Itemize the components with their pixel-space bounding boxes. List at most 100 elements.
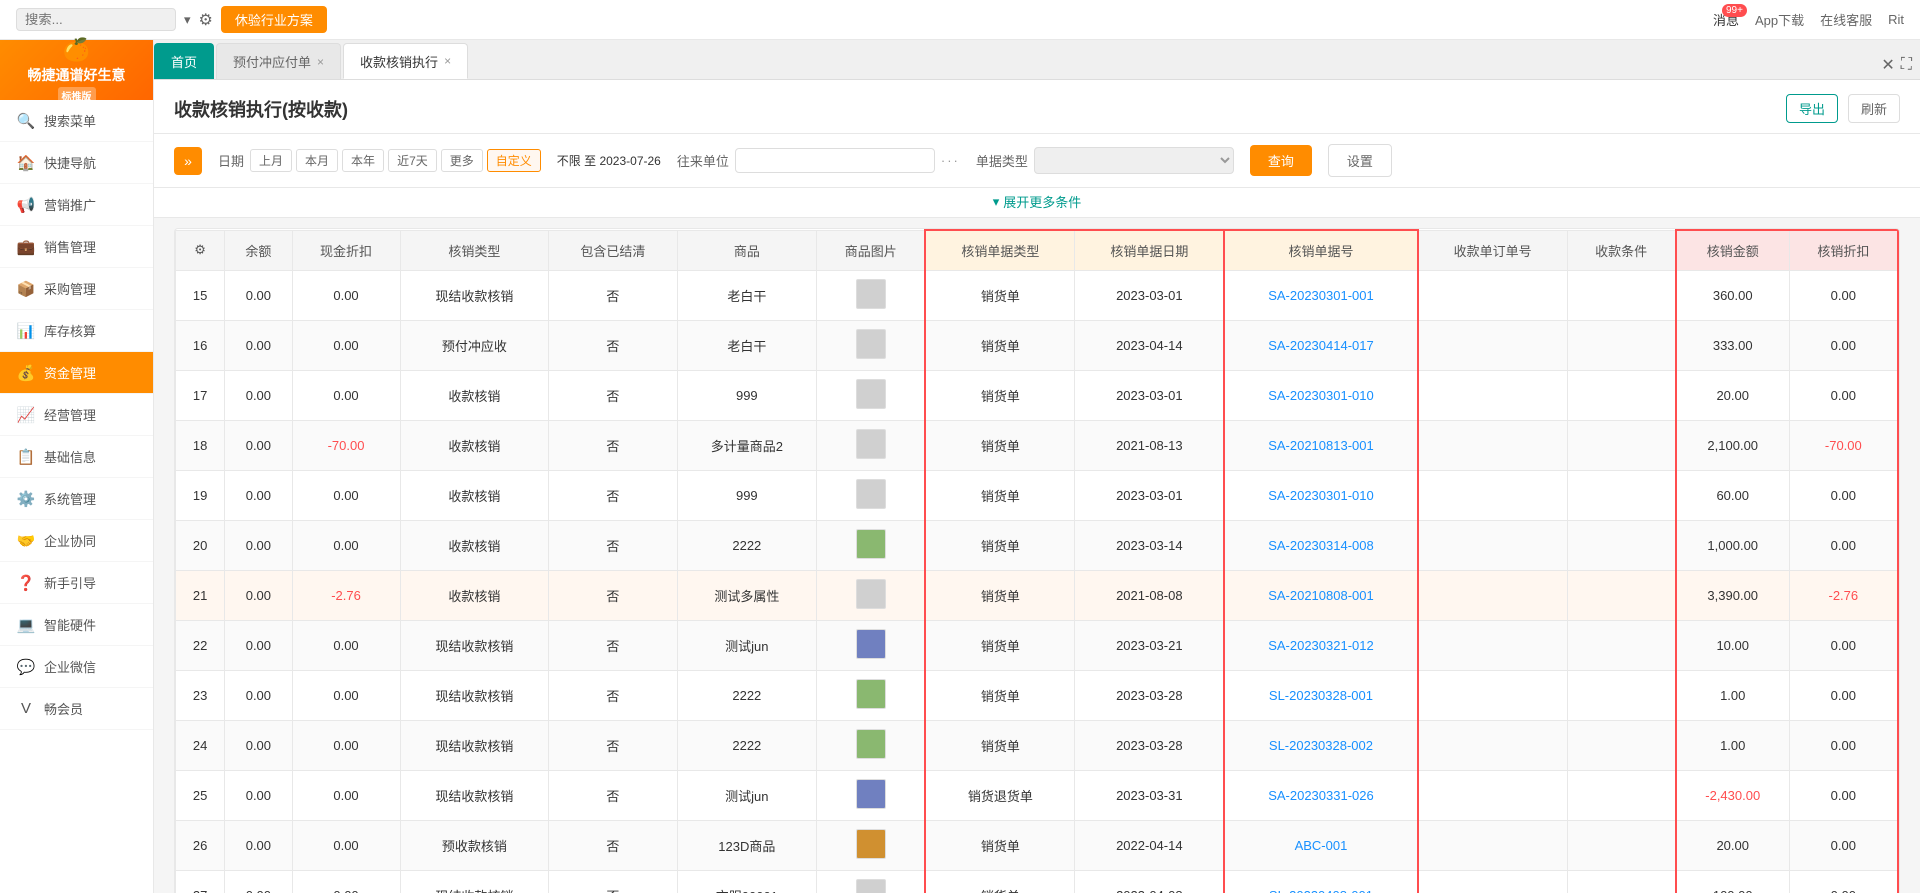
sidebar-item-system[interactable]: ⚙️ 系统管理 (0, 478, 153, 520)
row-bill-date: 2023-03-01 (1075, 371, 1224, 421)
row-bill-no[interactable]: SA-20230331-026 (1224, 771, 1417, 821)
filter-separator: ··· (941, 153, 960, 168)
sidebar-item-enterprise[interactable]: 🤝 企业协同 (0, 520, 153, 562)
tab-writeoff-close[interactable]: × (444, 54, 451, 68)
sidebar-item-quick[interactable]: 🏠 快捷导航 (0, 142, 153, 184)
filter-last-month-btn[interactable]: 上月 (250, 149, 292, 172)
query-button[interactable]: 查询 (1250, 145, 1312, 176)
row-writeoff-amount: 20.00 (1676, 821, 1789, 871)
tab-prepay-close[interactable]: × (317, 55, 324, 69)
tab-maximize-button[interactable]: ⛶ (1901, 56, 1912, 74)
tab-writeoff[interactable]: 收款核销执行 × (343, 43, 468, 79)
filter-this-month-btn[interactable]: 本月 (296, 149, 338, 172)
online-service-link[interactable]: 在线客服 (1820, 10, 1872, 29)
row-writeoff-amount: 3,390.00 (1676, 571, 1789, 621)
industry-button[interactable]: 休验行业方案 (221, 6, 327, 33)
row-product: 测试jun (677, 771, 817, 821)
row-bill-type: 销货单 (925, 521, 1074, 571)
tab-home[interactable]: 首页 (154, 43, 214, 79)
row-no: 25 (176, 771, 225, 821)
filter-7days-btn[interactable]: 近7天 (388, 149, 437, 172)
row-bill-no[interactable]: SA-20230301-001 (1224, 271, 1417, 321)
row-bill-no[interactable]: SA-20230414-017 (1224, 321, 1417, 371)
filter-bill-type-label: 单据类型 (976, 151, 1028, 170)
refresh-button[interactable]: 刷新 (1848, 94, 1900, 123)
notification-icon[interactable]: 消息 99+ (1713, 10, 1739, 29)
chevron-down-icon[interactable]: ▾ (184, 12, 191, 28)
filter-bill-type-select[interactable] (1034, 147, 1234, 174)
col-bill-no-header: 核销单据号 (1224, 230, 1417, 271)
sidebar-item-label: 采购管理 (44, 279, 96, 298)
expand-more-button[interactable]: ▾ 展开更多条件 (993, 192, 1082, 211)
row-product: 衣服00001 (677, 871, 817, 893)
filter-custom-btn[interactable]: 自定义 (487, 149, 541, 172)
tab-close-window-button[interactable]: ✕ (1881, 55, 1894, 75)
row-bill-no[interactable]: SA-20230301-010 (1224, 471, 1417, 521)
row-no: 24 (176, 721, 225, 771)
row-included-settled: 否 (549, 371, 677, 421)
sidebar-item-member[interactable]: V 畅会员 (0, 688, 153, 730)
filter-more-btn[interactable]: 更多 (441, 149, 483, 172)
filter-expand-button[interactable]: » (174, 147, 202, 175)
row-balance: 0.00 (225, 471, 292, 521)
row-writeoff-discount: 0.00 (1789, 471, 1898, 521)
row-bill-no[interactable]: SA-20210808-001 (1224, 571, 1417, 621)
sidebar-item-marketing[interactable]: 📢 营销推广 (0, 184, 153, 226)
app-download-link[interactable]: App下载 (1755, 10, 1804, 29)
row-writeoff-amount: -2,430.00 (1676, 771, 1789, 821)
sidebar-item-wechat[interactable]: 💬 企业微信 (0, 646, 153, 688)
row-cash-discount: 0.00 (292, 321, 400, 371)
settings-icon[interactable]: ⚙ (199, 10, 213, 30)
inventory-icon: 📊 (16, 322, 36, 340)
row-bill-no[interactable]: SL-20230328-001 (1224, 671, 1417, 721)
row-included-settled: 否 (549, 671, 677, 721)
row-product: 999 (677, 471, 817, 521)
sidebar-item-hardware[interactable]: 💻 智能硬件 (0, 604, 153, 646)
row-product: 测试多属性 (677, 571, 817, 621)
row-bill-type: 销货单 (925, 421, 1074, 471)
row-product: 多计量商品2 (677, 421, 817, 471)
row-bill-no[interactable]: SA-20230314-008 (1224, 521, 1417, 571)
sidebar-item-sales[interactable]: 💼 销售管理 (0, 226, 153, 268)
row-writeoff-discount: -2.76 (1789, 571, 1898, 621)
row-receipt-order (1418, 521, 1567, 571)
row-writeoff-amount: 1,000.00 (1676, 521, 1789, 571)
row-bill-date: 2021-08-08 (1075, 571, 1224, 621)
sidebar-item-basic[interactable]: 📋 基础信息 (0, 436, 153, 478)
sidebar-item-finance[interactable]: 💰 资金管理 (0, 352, 153, 394)
row-writeoff-discount: 0.00 (1789, 721, 1898, 771)
filter-partner-group: 往来单位 ··· (677, 148, 960, 173)
row-writeoff-amount: 2,100.00 (1676, 421, 1789, 471)
row-bill-no[interactable]: ABC-001 (1224, 821, 1417, 871)
row-bill-no[interactable]: SL-20230408-001 (1224, 871, 1417, 893)
sidebar-item-search[interactable]: 🔍 搜索菜单 (0, 100, 153, 142)
row-bill-date: 2023-03-31 (1075, 771, 1224, 821)
tab-prepay[interactable]: 预付冲应付单 × (216, 43, 341, 79)
row-no: 18 (176, 421, 225, 471)
row-bill-no[interactable]: SA-20230321-012 (1224, 621, 1417, 671)
sidebar-item-purchase[interactable]: 📦 采购管理 (0, 268, 153, 310)
row-writeoff-type: 预付冲应收 (400, 321, 549, 371)
export-button[interactable]: 导出 (1786, 94, 1838, 123)
row-writeoff-type: 现结收款核销 (400, 271, 549, 321)
filter-partner-input[interactable] (735, 148, 935, 173)
col-receipt-terms-header: 收款条件 (1567, 230, 1676, 271)
row-balance: 0.00 (225, 671, 292, 721)
row-bill-no[interactable]: SA-20230301-010 (1224, 371, 1417, 421)
page-title: 收款核销执行(按收款) (174, 96, 348, 122)
row-bill-no[interactable]: SA-20210813-001 (1224, 421, 1417, 471)
filter-date-label: 日期 (218, 151, 244, 170)
row-bill-no[interactable]: SL-20230328-002 (1224, 721, 1417, 771)
row-bill-date: 2023-03-14 (1075, 521, 1224, 571)
col-gear-header[interactable]: ⚙ (176, 230, 225, 271)
row-balance: 0.00 (225, 421, 292, 471)
sidebar-item-operations[interactable]: 📈 经营管理 (0, 394, 153, 436)
row-product-img (817, 421, 926, 471)
sidebar-item-guide[interactable]: ❓ 新手引导 (0, 562, 153, 604)
filter-date-range: 不限 至 2023-07-26 (557, 152, 661, 169)
sidebar-item-inventory[interactable]: 📊 库存核算 (0, 310, 153, 352)
settings-button[interactable]: 设置 (1328, 144, 1392, 177)
search-input[interactable] (16, 8, 176, 31)
filter-this-year-btn[interactable]: 本年 (342, 149, 384, 172)
row-balance: 0.00 (225, 521, 292, 571)
